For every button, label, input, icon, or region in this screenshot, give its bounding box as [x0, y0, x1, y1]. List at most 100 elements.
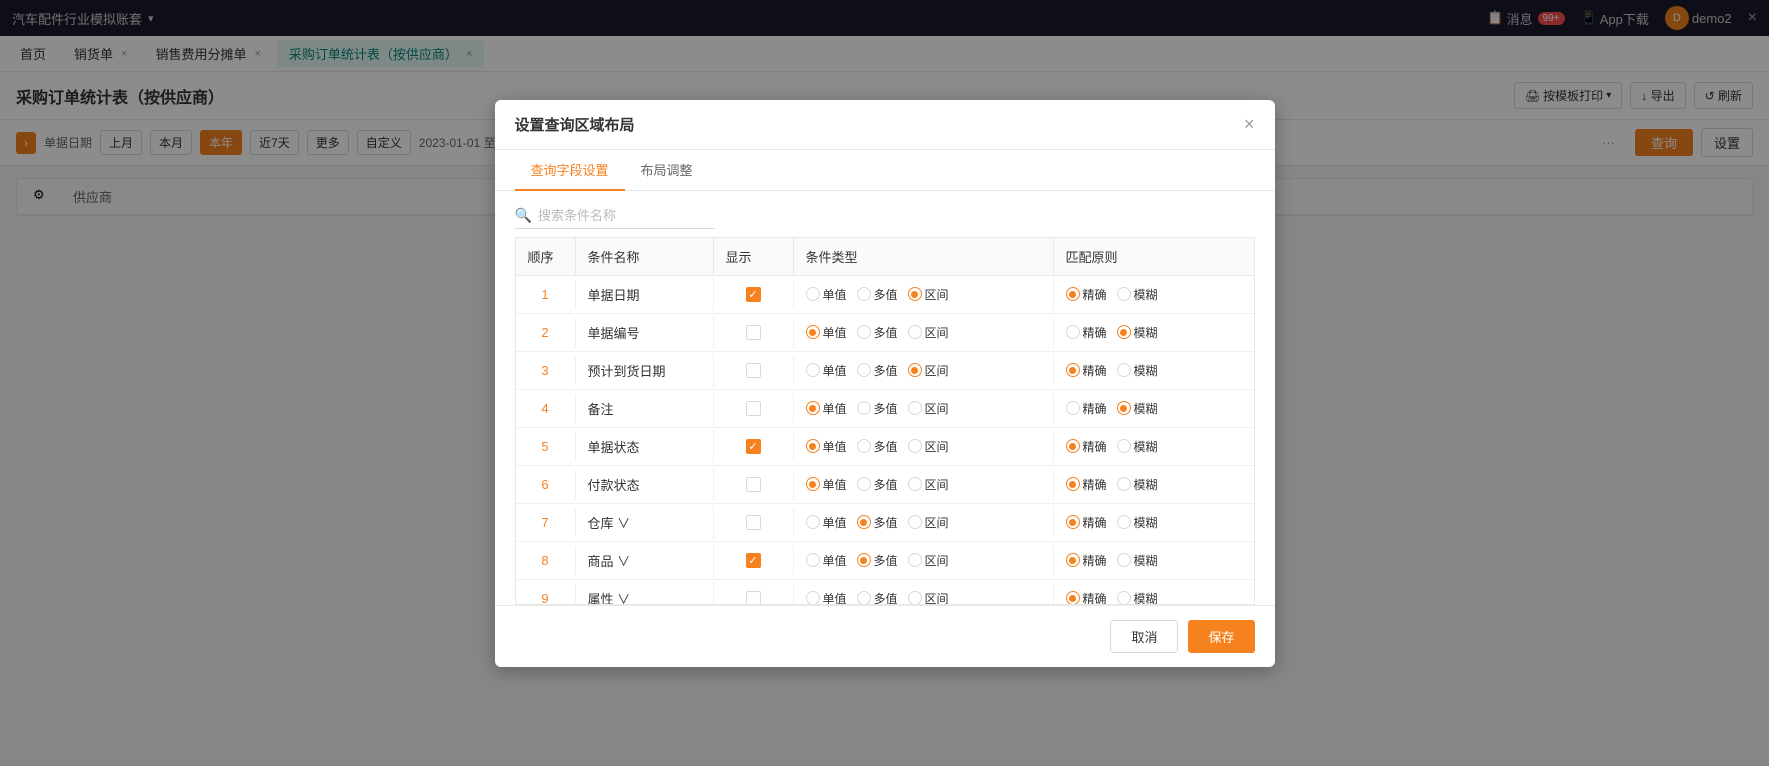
row-7-display[interactable]: [714, 508, 794, 537]
row-9-display[interactable]: [714, 584, 794, 605]
row-6-multi[interactable]: 多值: [857, 476, 898, 493]
row-8-order: 8: [516, 546, 576, 575]
row-6-multi-radio: [857, 477, 871, 491]
modal-close-button[interactable]: ×: [1244, 115, 1255, 133]
row-4-multi[interactable]: 多值: [857, 400, 898, 417]
row-3-fuzzy[interactable]: 模糊: [1117, 362, 1158, 379]
row-6-fuzzy[interactable]: 模糊: [1117, 476, 1158, 493]
search-input[interactable]: [538, 208, 715, 223]
modal-header: 设置查询区域布局 ×: [495, 100, 1275, 150]
row-2-range[interactable]: 区间: [908, 324, 949, 341]
row-1-checkbox[interactable]: [746, 287, 761, 302]
row-6-display[interactable]: [714, 470, 794, 499]
row-4-condition: 单值 多值 区间: [794, 393, 1054, 424]
row-1-condition: 单值 多值 区间: [794, 279, 1054, 310]
row-8-fuzzy-radio: [1117, 553, 1131, 567]
cancel-button[interactable]: 取消: [1110, 620, 1178, 653]
row-7-match: 精确 模糊: [1054, 507, 1254, 538]
row-3-single[interactable]: 单值: [806, 362, 847, 379]
tab-layout-adjust[interactable]: 布局调整: [625, 150, 709, 191]
row-5-match: 精确 模糊: [1054, 431, 1254, 462]
save-button[interactable]: 保存: [1188, 620, 1254, 653]
row-1-exact[interactable]: 精确: [1066, 286, 1107, 303]
modal-footer: 取消 保存: [495, 605, 1275, 667]
row-5-fuzzy-radio: [1117, 439, 1131, 453]
row-5-single[interactable]: 单值: [806, 438, 847, 455]
row-4-range[interactable]: 区间: [908, 400, 949, 417]
row-6-range[interactable]: 区间: [908, 476, 949, 493]
row-1-multi[interactable]: 多值: [857, 286, 898, 303]
row-5-display[interactable]: [714, 432, 794, 461]
row-3-multi-radio: [857, 363, 871, 377]
row-5-name: 单据状态: [576, 430, 714, 463]
tab-query-fields[interactable]: 查询字段设置: [515, 150, 625, 191]
row-2-fuzzy[interactable]: 模糊: [1117, 324, 1158, 341]
row-2-single[interactable]: 单值: [806, 324, 847, 341]
row-5-multi[interactable]: 多值: [857, 438, 898, 455]
row-1-range[interactable]: 区间: [908, 286, 949, 303]
row-8-single[interactable]: 单值: [806, 552, 847, 569]
row-4-exact-radio: [1066, 401, 1080, 415]
row-4-single[interactable]: 单值: [806, 400, 847, 417]
row-7-checkbox[interactable]: [746, 515, 761, 530]
row-9-fuzzy-radio: [1117, 591, 1131, 605]
row-8-exact[interactable]: 精确: [1066, 552, 1107, 569]
row-3-range[interactable]: 区间: [908, 362, 949, 379]
row-2-checkbox[interactable]: [746, 325, 761, 340]
row-8-multi[interactable]: 多值: [857, 552, 898, 569]
row-6-order: 6: [516, 470, 576, 499]
row-6-exact[interactable]: 精确: [1066, 476, 1107, 493]
row-1-single[interactable]: 单值: [806, 286, 847, 303]
row-9-multi[interactable]: 多值: [857, 590, 898, 605]
row-3-display[interactable]: [714, 356, 794, 385]
config-table-body: 1 单据日期 单值: [515, 275, 1255, 605]
row-3-checkbox[interactable]: [746, 363, 761, 378]
row-6-match: 精确 模糊: [1054, 469, 1254, 500]
row-5-range[interactable]: 区间: [908, 438, 949, 455]
row-4-display[interactable]: [714, 394, 794, 423]
row-8-checkbox[interactable]: [746, 553, 761, 568]
row-9-condition: 单值 多值 区间: [794, 583, 1054, 605]
modal-overlay: 设置查询区域布局 × 查询字段设置 布局调整 🔍 顺序 条件名称: [0, 0, 1769, 766]
row-5-checkbox[interactable]: [746, 439, 761, 454]
row-4-order: 4: [516, 394, 576, 423]
row-9-single[interactable]: 单值: [806, 590, 847, 605]
row-9-fuzzy[interactable]: 模糊: [1117, 590, 1158, 605]
row-3-match: 精确 模糊: [1054, 355, 1254, 386]
row-8-display[interactable]: [714, 546, 794, 575]
row-9-checkbox[interactable]: [746, 591, 761, 605]
col-order: 顺序: [516, 238, 576, 275]
row-1-order: 1: [516, 280, 576, 309]
row-9-range-radio: [908, 591, 922, 605]
row-5-fuzzy[interactable]: 模糊: [1117, 438, 1158, 455]
row-4-checkbox[interactable]: [746, 401, 761, 416]
row-7-multi[interactable]: 多值: [857, 514, 898, 531]
row-8-range[interactable]: 区间: [908, 552, 949, 569]
row-1-fuzzy[interactable]: 模糊: [1117, 286, 1158, 303]
row-8-condition: 单值 多值 区间: [794, 545, 1054, 576]
row-8-fuzzy[interactable]: 模糊: [1117, 552, 1158, 569]
row-4-fuzzy[interactable]: 模糊: [1117, 400, 1158, 417]
row-6-checkbox[interactable]: [746, 477, 761, 492]
row-7-exact[interactable]: 精确: [1066, 514, 1107, 531]
row-2-display[interactable]: [714, 318, 794, 347]
row-7-fuzzy[interactable]: 模糊: [1117, 514, 1158, 531]
row-1-display[interactable]: [714, 280, 794, 309]
row-5-exact[interactable]: 精确: [1066, 438, 1107, 455]
row-8-range-radio: [908, 553, 922, 567]
row-9-range[interactable]: 区间: [908, 590, 949, 605]
row-3-multi[interactable]: 多值: [857, 362, 898, 379]
row-2-exact[interactable]: 精确: [1066, 324, 1107, 341]
row-7-single[interactable]: 单值: [806, 514, 847, 531]
row-6-exact-radio: [1066, 477, 1080, 491]
row-1-range-radio: [908, 287, 922, 301]
row-7-range[interactable]: 区间: [908, 514, 949, 531]
row-1-name: 单据日期: [576, 278, 714, 311]
row-2-multi[interactable]: 多值: [857, 324, 898, 341]
row-6-single[interactable]: 单值: [806, 476, 847, 493]
row-4-exact[interactable]: 精确: [1066, 400, 1107, 417]
row-3-exact[interactable]: 精确: [1066, 362, 1107, 379]
row-9-order: 9: [516, 584, 576, 605]
row-3-name: 预计到货日期: [576, 354, 714, 387]
row-9-exact[interactable]: 精确: [1066, 590, 1107, 605]
